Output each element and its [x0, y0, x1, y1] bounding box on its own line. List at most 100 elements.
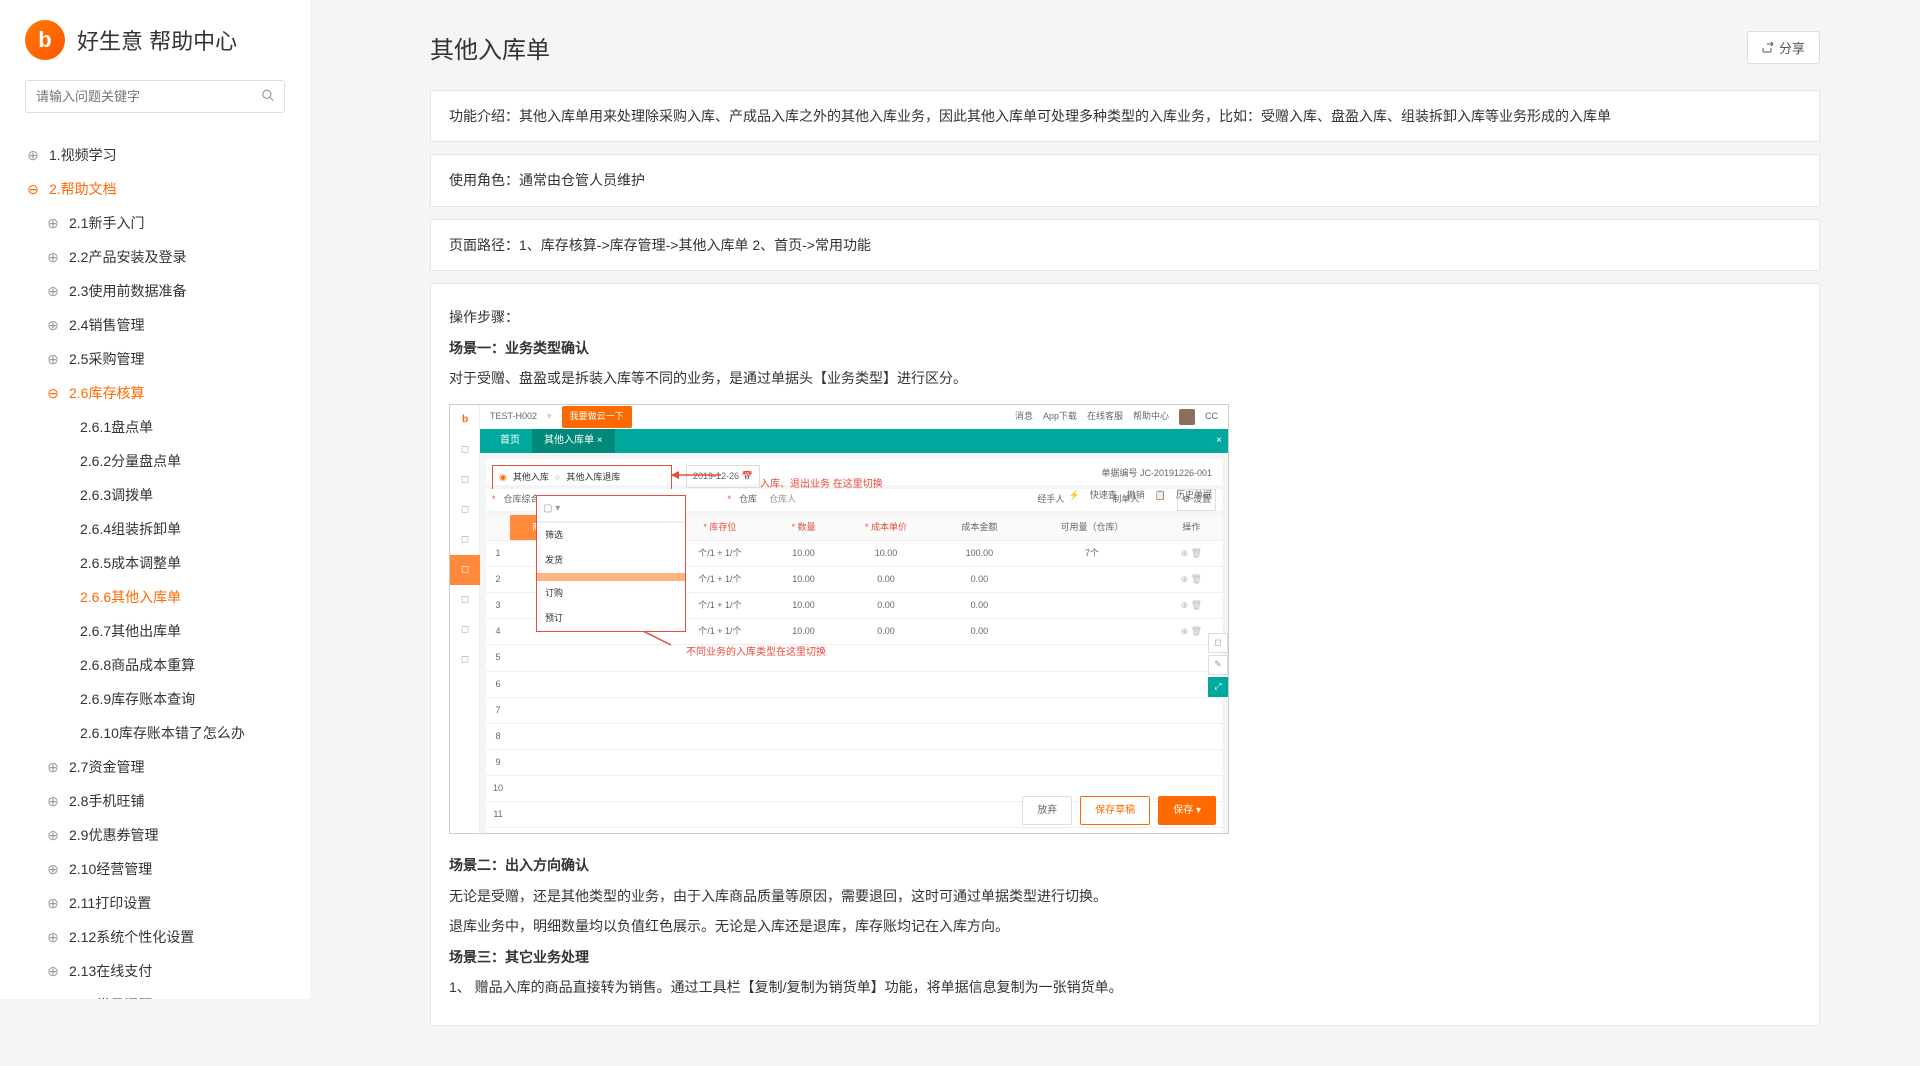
ss-dropdown-opt: 发货	[537, 548, 685, 573]
nav-video[interactable]: ⊕1.视频学习	[25, 138, 285, 172]
nav-2-6-6[interactable]: 2.6.6其他入库单	[25, 580, 285, 614]
ss-nav-icon: ◻	[450, 645, 480, 675]
nav-2-6-8[interactable]: 2.6.8商品成本重算	[25, 648, 285, 682]
ss-top-link: 在线客服	[1087, 408, 1123, 425]
scene2-p2: 退库业务中，明细数量均以负值红色展示。无论是入库还是退库，库存账均记在入库方向。	[449, 913, 1801, 940]
ss-footer: 放弃 保存草稿 保存 ▾	[1022, 796, 1216, 825]
plus-circle-icon: ⊕	[45, 963, 61, 979]
role-label: 使用角色：	[449, 172, 519, 188]
nav-2-3[interactable]: ⊕2.3使用前数据准备	[25, 274, 285, 308]
nav-2-1[interactable]: ⊕ 2.1新手入门	[25, 206, 285, 240]
nav-label: 2.6.8商品成本重算	[80, 655, 195, 675]
ss-top-link: 帮助中心	[1133, 408, 1169, 425]
scene1-desc: 对于受赠、盘盈或是拆装入库等不同的业务，是通过单据头【业务类型】进行区分。	[449, 365, 1801, 392]
scene1-title: 场景一：业务类型确认	[449, 340, 589, 356]
ss-dropdown-opt: 筛选	[537, 523, 685, 548]
share-icon	[1762, 42, 1774, 54]
nav-label: 2.8手机旺铺	[69, 791, 144, 811]
nav-label: 2.3使用前数据准备	[69, 281, 186, 301]
nav-2-7[interactable]: ⊕ 2.7资金管理	[25, 750, 285, 784]
intro-text: 其他入库单用来处理除采购入库、产成品入库之外的其他入库业务，因此其他入库单可处理…	[519, 108, 1611, 124]
nav-2-13[interactable]: ⊕2.13在线支付	[25, 954, 285, 988]
path-box: 页面路径：1、库存核算->库存管理->其他入库单 2、首页->常用功能	[430, 219, 1820, 271]
share-label: 分享	[1779, 38, 1805, 57]
nav-2-6-2[interactable]: 2.6.2分量盘点单	[25, 444, 285, 478]
search-input[interactable]	[25, 80, 285, 113]
nav-label: 2.6.7其他出库单	[80, 621, 181, 641]
ss-dropdown: ▢ ▾ 筛选 发货 订购 预订	[536, 495, 686, 632]
plus-circle-icon: ⊕	[45, 215, 61, 231]
nav-2-9[interactable]: ⊕2.9优惠券管理	[25, 818, 285, 852]
nav-label: 2.14常见问题	[69, 995, 152, 999]
nav-2-6-9[interactable]: 2.6.9库存账本查询	[25, 682, 285, 716]
nav-2-8[interactable]: ⊕ 2.8手机旺铺	[25, 784, 285, 818]
ss-logo-icon: b	[450, 405, 480, 435]
ss-radio-group: ◉其他入库 ○其他入库退库	[492, 465, 672, 490]
red-arrow-icon	[671, 469, 721, 481]
nav-2-6[interactable]: ⊖ 2.6库存核算	[25, 376, 285, 410]
nav-2-14[interactable]: ⊕2.14常见问题	[25, 988, 285, 999]
ss-save-button: 保存 ▾	[1158, 796, 1216, 825]
ss-tab-home: 首页	[488, 429, 532, 453]
ss-nav-icon: ◻	[450, 435, 480, 465]
ss-dropdown-opt	[537, 573, 685, 581]
search-box	[25, 80, 285, 113]
brand-title: 好生意 帮助中心	[77, 24, 237, 56]
ss-draft-button: 保存草稿	[1080, 796, 1150, 825]
nav-label: 2.10经营管理	[69, 859, 152, 879]
ss-top-link: App下载	[1043, 408, 1077, 425]
scene2-title: 场景二：出入方向确认	[449, 857, 589, 873]
ss-filter-label: 仓库	[739, 491, 757, 508]
ss-tabbar: 首页 其他入库单 × ×	[480, 429, 1228, 453]
minus-circle-icon: ⊖	[45, 385, 61, 401]
ss-red-annotation-2: 不同业务的入库类型在这里切换	[686, 643, 826, 662]
scene2-p1: 无论是受赠，还是其他类型的业务，由于入库商品质量等原因，需要退回，这时可通过单据…	[449, 883, 1801, 910]
plus-circle-icon: ⊕	[45, 793, 61, 809]
share-button[interactable]: 分享	[1747, 31, 1820, 64]
ss-username: CC	[1205, 408, 1218, 425]
nav-2-4[interactable]: ⊕2.4销售管理	[25, 308, 285, 342]
path-label: 页面路径：	[449, 237, 519, 253]
ss-nav-icon: ◻	[450, 495, 480, 525]
plus-circle-icon: ⊕	[45, 759, 61, 775]
nav-label: 2.7资金管理	[69, 757, 144, 777]
plus-circle-icon: ⊕	[45, 249, 61, 265]
ss-close-icon: ×	[1216, 431, 1222, 450]
nav-2-6-5[interactable]: 2.6.5成本调整单	[25, 546, 285, 580]
nav-label: 2.6库存核算	[69, 383, 144, 403]
path-text: 1、库存核算->库存管理->其他入库单 2、首页->常用功能	[519, 237, 871, 253]
scene3-title: 场景三：其它业务处理	[449, 949, 589, 965]
ss-body: ◉其他入库 ○其他入库退库 2019-12-26 📅 单据编号 JC-20191…	[480, 453, 1228, 833]
nav-2-6-1[interactable]: 2.6.1盘点单	[25, 410, 285, 444]
ss-dropdown-opt: 预订	[537, 606, 685, 631]
plus-circle-icon: ⊕	[45, 929, 61, 945]
nav-label: 2.6.3调拨单	[80, 485, 153, 505]
main-content: 其他入库单 分享 功能介绍：其他入库单用来处理除采购入库、产成品入库之外的其他入…	[310, 0, 1920, 1066]
ss-toolbar-item: 快速查	[1090, 487, 1117, 504]
page-title: 其他入库单	[430, 30, 550, 65]
nav-2-6-7[interactable]: 2.6.7其他出库单	[25, 614, 285, 648]
nav-label: 2.1新手入门	[69, 213, 144, 233]
ss-dropdown-opt: 订购	[537, 581, 685, 606]
logo-icon: b	[25, 20, 65, 60]
role-text: 通常由仓管人员维护	[519, 172, 645, 188]
nav-2-6-3[interactable]: 2.6.3调拨单	[25, 478, 285, 512]
nav-label: 2.4销售管理	[69, 315, 144, 335]
steps-label: 操作步骤：	[449, 304, 1801, 331]
nav-2-10[interactable]: ⊕2.10经营管理	[25, 852, 285, 886]
plus-circle-icon: ⊕	[25, 147, 41, 163]
nav-2-12[interactable]: ⊕2.12系统个性化设置	[25, 920, 285, 954]
nav-2-6-10[interactable]: 2.6.10库存账本错了怎么办	[25, 716, 285, 750]
nav-2-11[interactable]: ⊕2.11打印设置	[25, 886, 285, 920]
nav-help-docs[interactable]: ⊖2.帮助文档	[25, 172, 285, 206]
nav-label: 2.帮助文档	[49, 179, 117, 199]
role-box: 使用角色：通常由仓管人员维护	[430, 154, 1820, 206]
nav-2-5[interactable]: ⊕2.5采购管理	[25, 342, 285, 376]
search-icon[interactable]	[261, 88, 275, 105]
ss-testcode: TEST-H002	[490, 408, 537, 425]
plus-circle-icon: ⊕	[45, 895, 61, 911]
ss-nav-icon: ◻	[450, 525, 480, 555]
nav-2-2[interactable]: ⊕2.2产品安装及登录	[25, 240, 285, 274]
nav-2-6-4[interactable]: 2.6.4组装拆卸单	[25, 512, 285, 546]
brand-logo[interactable]: b 好生意 帮助中心	[25, 20, 285, 60]
